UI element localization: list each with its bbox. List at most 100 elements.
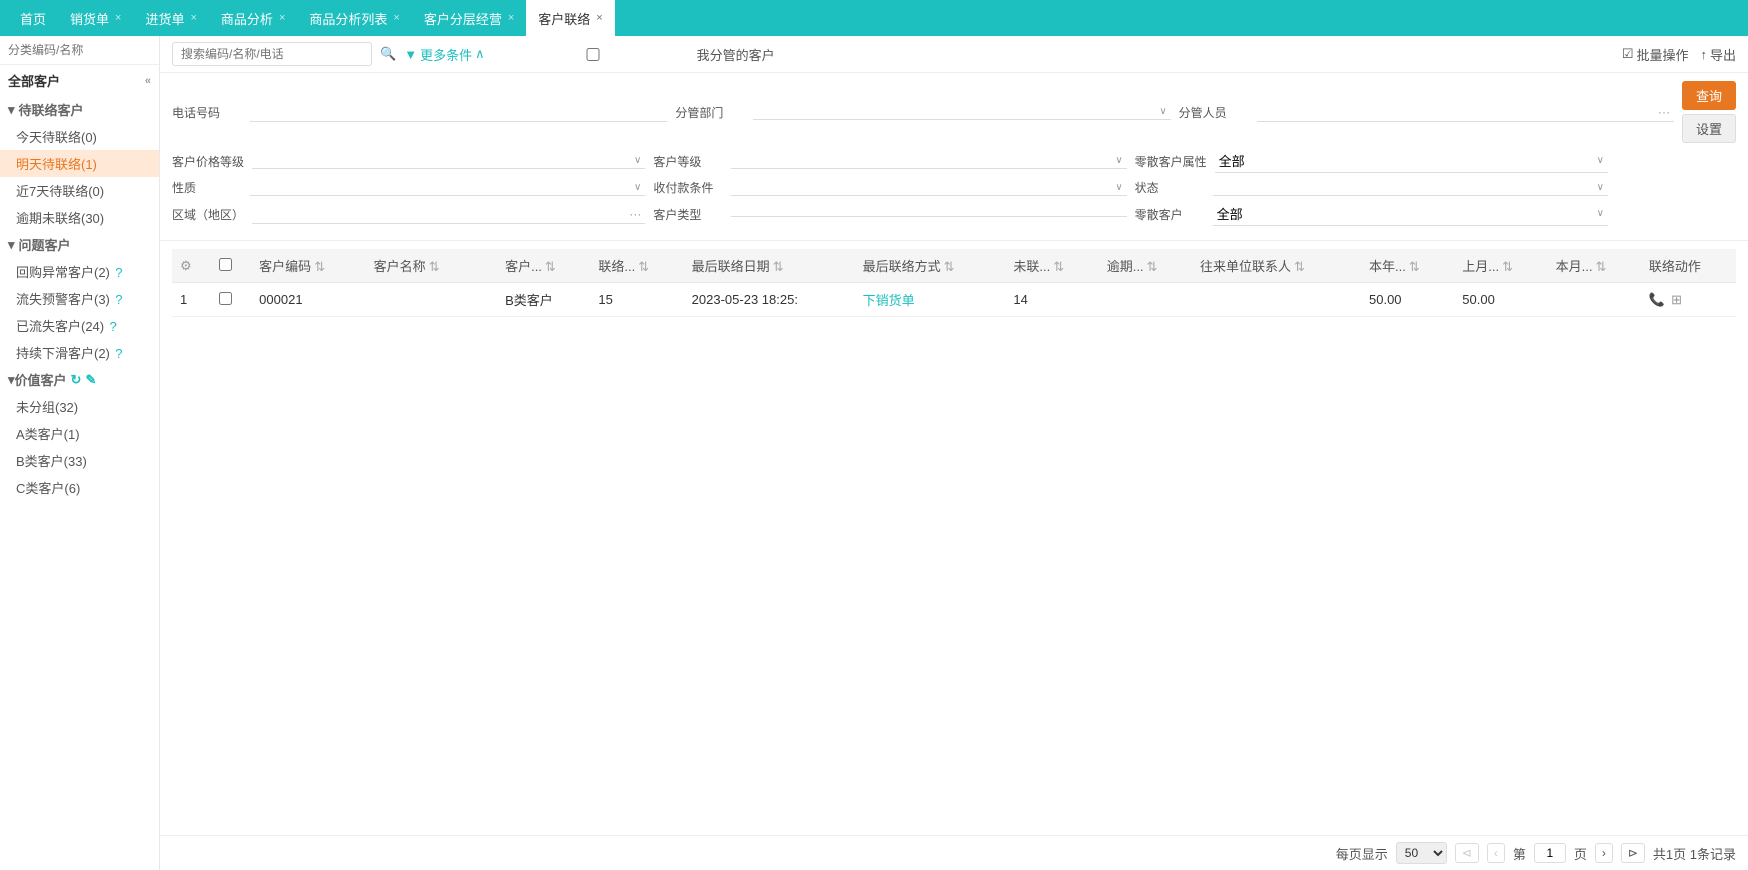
col-last-contact-method[interactable]: 最后联络方式⇅ [855, 249, 1006, 283]
col-this-month[interactable]: 本月...⇅ [1548, 249, 1641, 283]
close-icon[interactable]: × [190, 12, 196, 24]
batch-op-button[interactable]: ☑ 批量操作 [1622, 45, 1689, 64]
more-conditions-button[interactable]: ▼ 更多条件 ∧ [404, 45, 484, 64]
question-icon: ? [115, 292, 122, 307]
row-category: B类客户 [497, 283, 590, 317]
dept-select[interactable]: ∨ [753, 104, 1170, 120]
sort-icon: ⇅ [545, 259, 556, 274]
row-pending: 14 [1005, 283, 1098, 317]
close-icon[interactable]: × [279, 12, 285, 24]
search-input[interactable] [172, 42, 372, 66]
nav-product-analysis-list[interactable]: 商品分析列表 × [297, 0, 411, 36]
col-unit-contact[interactable]: 往来单位联系人⇅ [1192, 249, 1361, 283]
sidebar-item-c-class[interactable]: C类客户(6) [0, 474, 159, 501]
close-icon[interactable]: × [115, 12, 121, 24]
col-contacts[interactable]: 联络...⇅ [590, 249, 683, 283]
chevron-down-icon: ∨ [1115, 155, 1122, 166]
person-select[interactable]: ··· [1257, 103, 1674, 122]
more-icon[interactable]: ··· [629, 207, 641, 221]
row-code: 000021 [251, 283, 366, 317]
edit-icon[interactable]: ✎ [85, 372, 96, 388]
sort-icon: ⇅ [314, 259, 325, 274]
sidebar-item-declining[interactable]: 持续下滑客户(2) ? [0, 339, 159, 366]
price-level-select[interactable]: ∨ [252, 153, 645, 169]
sidebar-item-overdue-pending[interactable]: 逾期未联络(30) [0, 204, 159, 231]
nav-sales-order[interactable]: 销货单 × [58, 0, 133, 36]
more-icon[interactable]: ··· [1658, 105, 1670, 119]
prev-page-button[interactable]: ‹ [1487, 843, 1505, 863]
col-overdue[interactable]: 逾期...⇅ [1099, 249, 1192, 283]
retail-customer-filter: 零散客户 全部 ∨ [1135, 202, 1608, 226]
my-customers-checkbox-area: 我分管的客户 [493, 45, 775, 64]
customer-level-select[interactable]: ∨ [731, 153, 1126, 169]
query-button[interactable]: 查询 [1682, 81, 1736, 110]
sidebar-item-b-class[interactable]: B类客户(33) [0, 447, 159, 474]
col-checkbox [211, 249, 252, 283]
last-page-button[interactable]: ⊳ [1621, 843, 1645, 863]
chevron-down-icon: ∨ [1597, 208, 1604, 219]
page-input[interactable] [1534, 843, 1566, 863]
value-group-title: ▾ 价值客户 ↻ ✎ [0, 366, 159, 393]
payment-select[interactable]: ∨ [731, 180, 1126, 196]
sort-icon: ⇅ [1294, 259, 1305, 274]
first-page-button[interactable]: ⊲ [1455, 843, 1479, 863]
sidebar: 🔍 全部客户 « ▾ 待联络客户 今天待联络(0) 明天待联络(1) 近7天待联… [0, 36, 160, 870]
export-icon: ↑ [1700, 47, 1707, 62]
customer-type-select[interactable] [731, 212, 1126, 217]
col-last-contact-date[interactable]: 最后联络日期⇅ [684, 249, 855, 283]
problem-group-title: ▾ 问题客户 [0, 231, 159, 258]
sort-icon: ⇅ [1595, 259, 1606, 274]
nature-select[interactable]: ∨ [250, 180, 645, 196]
nav-customer-segmentation[interactable]: 客户分层经营 × [412, 0, 526, 36]
close-icon[interactable]: × [393, 12, 399, 24]
refresh-icon[interactable]: ↻ [71, 372, 82, 388]
phone-input[interactable] [250, 103, 667, 122]
retail-attr-select[interactable]: 全部 ∨ [1215, 149, 1608, 173]
collapse-icon: « [145, 75, 151, 87]
col-name[interactable]: 客户名称⇅ [366, 249, 497, 283]
sidebar-item-7day-pending[interactable]: 近7天待联络(0) [0, 177, 159, 204]
area-select[interactable]: ··· [252, 205, 645, 224]
close-icon[interactable]: × [508, 12, 514, 24]
status-select[interactable]: ∨ [1213, 180, 1608, 196]
my-customers-checkbox[interactable] [493, 48, 693, 61]
phone-icon[interactable]: 📞 [1649, 292, 1665, 308]
col-code[interactable]: 客户编码⇅ [251, 249, 366, 283]
nav-home[interactable]: 首页 [8, 0, 58, 36]
row-last-contact-method[interactable]: 下销货单 [855, 283, 1006, 317]
search-icon[interactable]: 🔍 [380, 46, 396, 62]
sidebar-search-input[interactable] [8, 43, 160, 57]
sidebar-item-repurchase-abnormal[interactable]: 回购异常客户(2) ? [0, 258, 159, 285]
export-button[interactable]: ↑ 导出 [1700, 45, 1736, 64]
chevron-down-icon: ∨ [634, 155, 641, 166]
retail-customer-select[interactable]: 全部 ∨ [1213, 202, 1608, 226]
nav-product-analysis[interactable]: 商品分析 × [209, 0, 297, 36]
nav-customer-contact[interactable]: 客户联络 × [526, 0, 614, 36]
next-page-button[interactable]: › [1595, 843, 1613, 863]
sidebar-item-churn-warning[interactable]: 流失预警客户(3) ? [0, 285, 159, 312]
col-pending[interactable]: 未联...⇅ [1005, 249, 1098, 283]
select-all-checkbox[interactable] [219, 258, 232, 271]
sort-icon: ⇅ [773, 259, 784, 274]
close-icon[interactable]: × [596, 12, 602, 24]
sort-icon: ⇅ [1053, 259, 1064, 274]
chevron-down-icon: ∨ [1597, 155, 1604, 166]
row-last-contact-date: 2023-05-23 18:25: [684, 283, 855, 317]
sidebar-item-today-pending[interactable]: 今天待联络(0) [0, 123, 159, 150]
col-this-year[interactable]: 本年...⇅ [1361, 249, 1454, 283]
gear-icon[interactable]: ⚙ [180, 258, 192, 273]
sidebar-item-a-class[interactable]: A类客户(1) [0, 420, 159, 447]
per-page-select[interactable]: 50 100 200 [1396, 842, 1447, 864]
grid-icon[interactable]: ⊞ [1671, 292, 1682, 308]
sidebar-item-ungrouped[interactable]: 未分组(32) [0, 393, 159, 420]
main-content: 🔍 ▼ 更多条件 ∧ 我分管的客户 ☑ 批量操作 ↑ 导出 [160, 36, 1748, 870]
set-button[interactable]: 设置 [1682, 114, 1736, 143]
row-select-checkbox[interactable] [219, 292, 232, 305]
col-last-month[interactable]: 上月...⇅ [1454, 249, 1547, 283]
sidebar-item-churned[interactable]: 已流失客户(24) ? [0, 312, 159, 339]
nav-purchase-order[interactable]: 进货单 × [133, 0, 208, 36]
row-overdue [1099, 283, 1192, 317]
col-category[interactable]: 客户...⇅ [497, 249, 590, 283]
all-customers-header[interactable]: 全部客户 « [0, 65, 159, 96]
sidebar-item-tomorrow-pending[interactable]: 明天待联络(1) [0, 150, 159, 177]
